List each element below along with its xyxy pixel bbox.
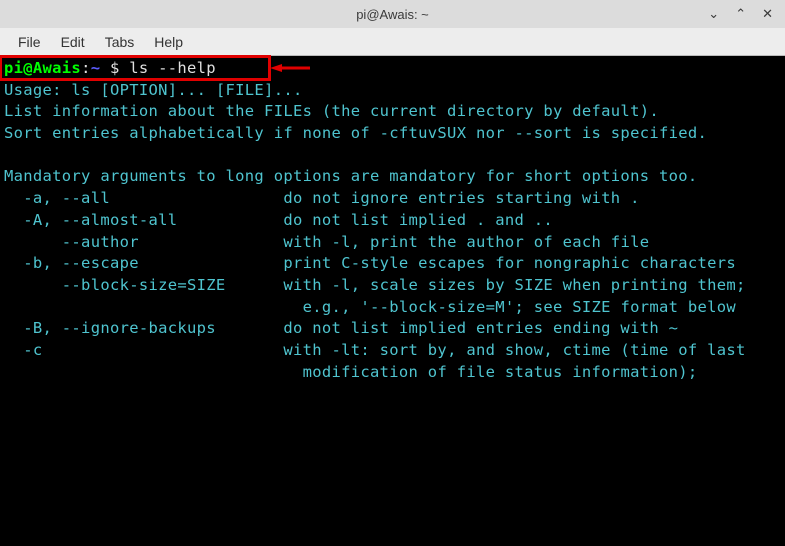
prompt-dollar: $ [100, 59, 129, 77]
window-controls: ⌄ ⌃ ✕ [704, 6, 777, 22]
prompt-line: pi@Awais:~ $ ls --help [4, 58, 781, 80]
menu-file[interactable]: File [8, 30, 51, 54]
menu-edit[interactable]: Edit [51, 30, 95, 54]
terminal-output: Usage: ls [OPTION]... [FILE]... List inf… [4, 80, 781, 384]
window-title: pi@Awais: ~ [356, 7, 429, 22]
minimize-icon[interactable]: ⌄ [704, 6, 723, 22]
prompt-command: ls --help [129, 59, 216, 77]
maximize-icon[interactable]: ⌃ [731, 6, 750, 22]
menubar: File Edit Tabs Help [0, 28, 785, 56]
prompt-colon: : [81, 59, 91, 77]
terminal-viewport[interactable]: pi@Awais:~ $ ls --help Usage: ls [OPTION… [0, 56, 785, 385]
close-icon[interactable]: ✕ [758, 6, 777, 22]
menu-tabs[interactable]: Tabs [95, 30, 145, 54]
prompt-userhost: pi@Awais [4, 59, 81, 77]
prompt-path: ~ [91, 59, 101, 77]
menu-help[interactable]: Help [144, 30, 193, 54]
window-titlebar: pi@Awais: ~ ⌄ ⌃ ✕ [0, 0, 785, 28]
